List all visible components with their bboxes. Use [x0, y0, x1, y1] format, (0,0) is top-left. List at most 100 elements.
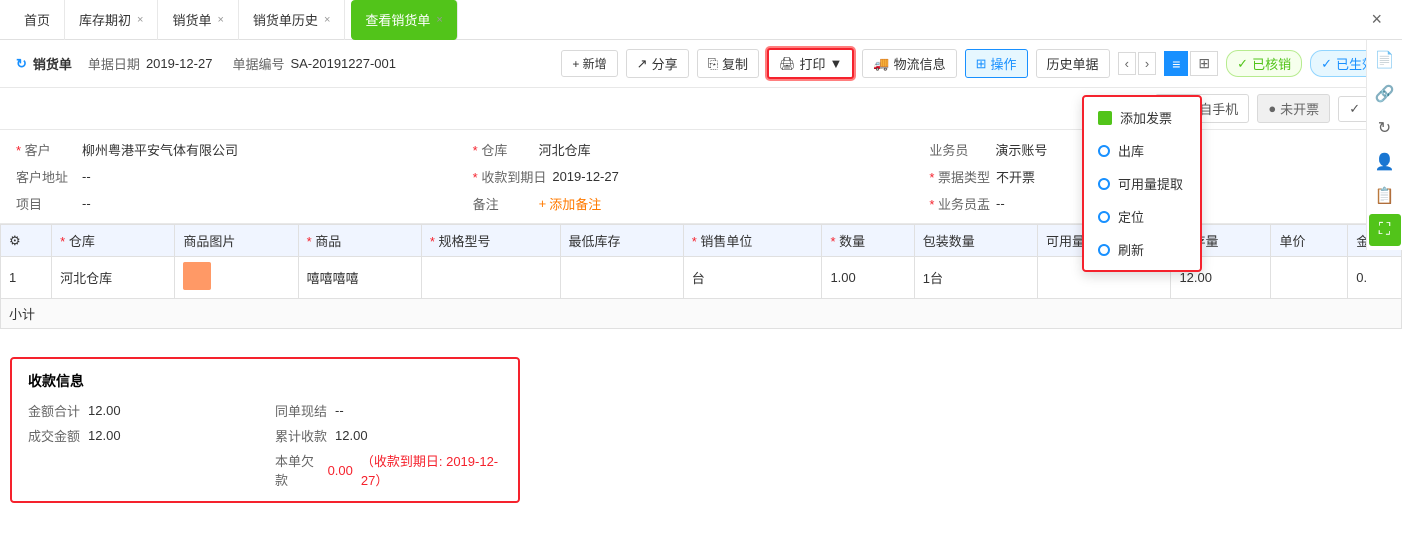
address-label: 客户地址	[16, 167, 76, 186]
close-window-button[interactable]: ×	[1361, 9, 1392, 30]
row-index: 1	[1, 257, 52, 299]
row-unit: 台	[683, 257, 822, 299]
new-button[interactable]: + 新增	[561, 50, 617, 77]
row-product: 嘻嘻嘻嘻	[298, 257, 421, 299]
operation-dropdown: 添加发票 出库 可用量提取 定位 刷新	[1082, 95, 1202, 272]
copy-button[interactable]: ⎘ 复制	[697, 49, 759, 78]
col-pack-qty: 包装数量	[914, 225, 1037, 257]
row-min-stock	[560, 257, 683, 299]
prev-button[interactable]: ‹	[1118, 52, 1136, 75]
sidebar-expand-icon[interactable]: ⛶	[1369, 214, 1401, 246]
dropdown-add-invoice[interactable]: 添加发票	[1084, 101, 1200, 134]
history-button[interactable]: 历史单据	[1036, 49, 1110, 78]
salesperson-value: 演示账号	[995, 140, 1047, 159]
payment-title: 收款信息	[28, 371, 502, 391]
sidebar-doc-icon[interactable]: 📄	[1369, 44, 1401, 76]
customer-label: 客户	[16, 140, 76, 159]
view-toggle: ≡ ⊞	[1164, 51, 1218, 76]
list-view-button[interactable]: ≡	[1164, 51, 1188, 76]
row-image	[175, 257, 298, 299]
print-button[interactable]: 🖨 打印 ▼	[767, 48, 854, 79]
doc-number: 单据编号 SA-20191227-001	[232, 54, 396, 73]
dropdown-locate[interactable]: 定位	[1084, 200, 1200, 233]
document-title: ↻ 销货单	[16, 54, 72, 73]
copy-icon: ⎘	[708, 56, 718, 72]
col-min-stock: 最低库存	[560, 225, 683, 257]
project-row: 项目 --	[16, 194, 473, 213]
col-spec: 规格型号	[421, 225, 560, 257]
col-quantity: 数量	[822, 225, 914, 257]
document-actions: + 新增 ↗ 分享 ⎘ 复制 🖨 打印 ▼ 🚚 物流信息	[561, 48, 1386, 79]
row-pack-qty: 1台	[914, 257, 1037, 299]
sidebar-refresh-icon[interactable]: ↻	[1369, 112, 1401, 144]
bill-type-label: 票据类型	[929, 167, 990, 186]
col-warehouse: 仓库	[52, 225, 175, 257]
share-button[interactable]: ↗ 分享	[626, 49, 689, 78]
plus-icon: +	[539, 196, 547, 211]
sidebar-user-icon[interactable]: 👤	[1369, 146, 1401, 178]
truck-icon: 🚚	[873, 56, 889, 72]
tab-sales-order[interactable]: 销货单 ×	[158, 0, 238, 40]
row-amount: 0.	[1348, 257, 1402, 299]
address-row: 客户地址 --	[16, 167, 473, 186]
project-label: 项目	[16, 194, 76, 213]
document-icon: ↻	[16, 56, 27, 72]
row-quantity: 1.00	[822, 257, 914, 299]
dropdown-outbound[interactable]: 出库	[1084, 134, 1200, 167]
payment-date-label: 收款到期日	[473, 167, 547, 186]
project-value: --	[82, 196, 91, 211]
print-icon: 🖨	[779, 56, 796, 72]
close-tab-3[interactable]: ×	[324, 14, 330, 26]
payment-owed: 本单欠款 0.00 （收款到期日: 2019-12-27）	[275, 451, 502, 489]
customer-row: 客户 柳州粤港平安气体有限公司	[16, 140, 473, 159]
grid-icon: ⊞	[976, 56, 987, 72]
operation-button[interactable]: ⊞ 操作	[965, 49, 1028, 78]
warehouse-label: 仓库	[473, 140, 533, 159]
close-tab-4[interactable]: ×	[436, 14, 442, 26]
subtotal-label: 小计	[1, 299, 1402, 329]
warehouse-value: 河北仓库	[539, 140, 591, 159]
col-settings[interactable]: ⚙	[1, 225, 52, 257]
salesperson2-label: 业务员盂	[929, 194, 990, 213]
payment-same-order: 同单现结 --	[275, 401, 502, 420]
check-icon-3: ✓	[1349, 101, 1360, 117]
payment-transaction: 成交金额 12.00	[28, 426, 255, 445]
tab-sales-history[interactable]: 销货单历史 ×	[239, 0, 345, 40]
sidebar-clipboard-icon[interactable]: 📋	[1369, 180, 1401, 212]
doc-date: 单据日期 2019-12-27	[88, 54, 213, 73]
customer-value: 柳州粤港平安气体有限公司	[82, 140, 238, 159]
next-button[interactable]: ›	[1138, 52, 1156, 75]
salesperson-label: 业务员	[929, 140, 989, 159]
logistics-button[interactable]: 🚚 物流信息	[862, 49, 956, 78]
close-tab-2[interactable]: ×	[217, 14, 223, 26]
close-tab-1[interactable]: ×	[137, 14, 143, 26]
payment-date-row: 收款到期日 2019-12-27	[473, 167, 930, 186]
tab-home[interactable]: 首页	[10, 0, 65, 40]
tab-inventory-initial[interactable]: 库存期初 ×	[65, 0, 158, 40]
available-icon	[1098, 178, 1110, 190]
document-header: ↻ 销货单 单据日期 2019-12-27 单据编号 SA-20191227-0…	[0, 40, 1402, 88]
row-warehouse: 河北仓库	[52, 257, 175, 299]
document-title-text: 销货单	[33, 54, 72, 73]
subtotal-row: 小计	[1, 299, 1402, 329]
dropdown-refresh[interactable]: 刷新	[1084, 233, 1200, 266]
row-spec	[421, 257, 560, 299]
right-sidebar: 📄 🔗 ↻ 👤 📋 ⛶	[1366, 40, 1402, 250]
add-remark-button[interactable]: + 添加备注	[539, 194, 602, 213]
dropdown-arrow-icon: ▼	[830, 56, 843, 71]
product-image	[183, 262, 211, 290]
payment-grid: 金额合计 12.00 同单现结 -- 成交金额 12.00 累计收款 12.00…	[28, 401, 502, 489]
payment-date-value: 2019-12-27	[552, 169, 619, 184]
grid-view-button[interactable]: ⊞	[1190, 51, 1218, 76]
refresh-icon	[1098, 244, 1110, 256]
dropdown-available-qty[interactable]: 可用量提取	[1084, 167, 1200, 200]
address-value: --	[82, 169, 91, 184]
sidebar-link-icon[interactable]: 🔗	[1369, 78, 1401, 110]
nav-arrows: ‹ ›	[1118, 52, 1157, 75]
col-product: 商品	[298, 225, 421, 257]
outbound-icon	[1098, 145, 1110, 157]
tab-view-order[interactable]: 查看销货单 ×	[351, 0, 457, 40]
check-icon-2: ✓	[1321, 56, 1332, 72]
payment-total: 金额合计 12.00	[28, 401, 255, 420]
not-open-invoice-button[interactable]: ● 未开票	[1257, 94, 1330, 123]
